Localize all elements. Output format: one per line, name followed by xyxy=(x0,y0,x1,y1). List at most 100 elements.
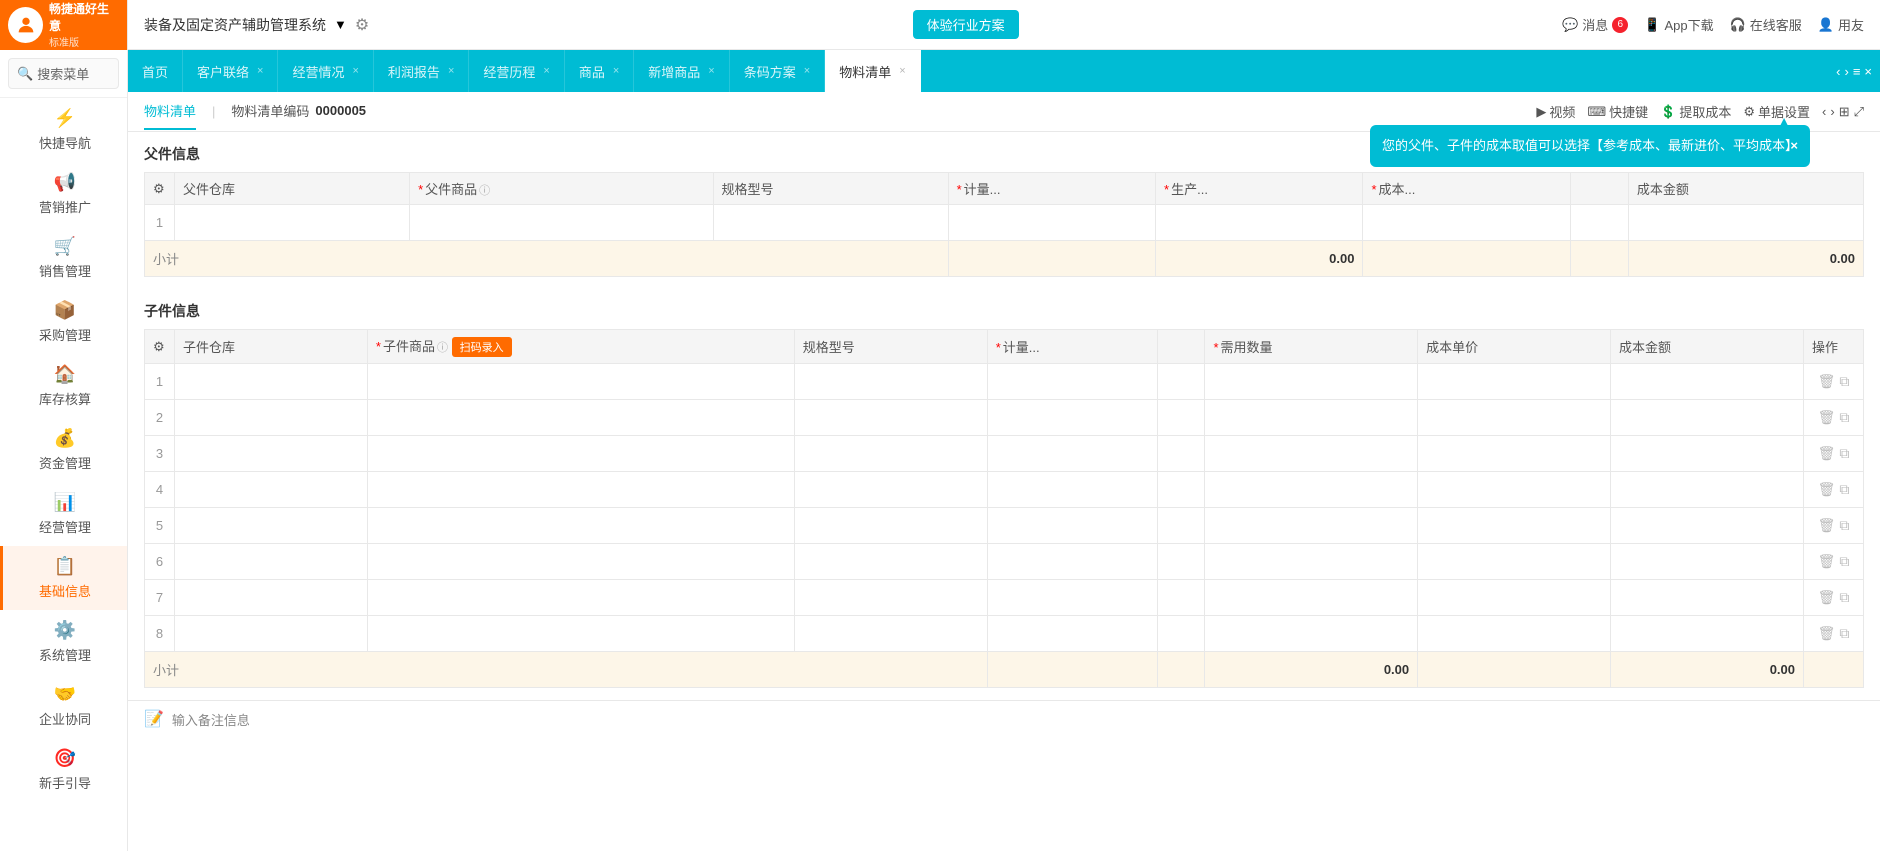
child-row6-warehouse[interactable] xyxy=(175,544,368,580)
child-row7-spec[interactable] xyxy=(794,580,987,616)
sidebar-item-inventory[interactable]: 🏠 库存核算 xyxy=(0,354,127,418)
parent-row-unit[interactable] xyxy=(948,205,1155,241)
child-row5-warehouse[interactable] xyxy=(175,508,368,544)
child-row3-qty[interactable] xyxy=(1205,436,1418,472)
child-row5-unit-cost[interactable] xyxy=(1418,508,1611,544)
delete-row3-button[interactable]: 🗑 xyxy=(1818,445,1836,462)
child-row8-warehouse[interactable] xyxy=(175,616,368,652)
child-row6-spec[interactable] xyxy=(794,544,987,580)
sidebar-item-purchase[interactable]: 📦 采购管理 xyxy=(0,290,127,354)
child-row5-qty[interactable] xyxy=(1205,508,1418,544)
parent-col-settings[interactable]: ⚙ xyxy=(145,173,175,205)
child-row3-warehouse[interactable] xyxy=(175,436,368,472)
child-row7-goods[interactable] xyxy=(367,580,794,616)
sidebar-item-marketing[interactable]: 📢 营销推广 xyxy=(0,162,127,226)
sub-tab-bom-list[interactable]: 物料清单 xyxy=(144,93,196,130)
view-button[interactable]: ▶ 视频 xyxy=(1536,102,1575,121)
child-row8-goods[interactable] xyxy=(367,616,794,652)
tab-barcode-close[interactable]: × xyxy=(804,65,810,77)
delete-row6-button[interactable]: 🗑 xyxy=(1818,553,1836,570)
tab-profit[interactable]: 利润报告 × xyxy=(374,50,469,92)
copy-row5-button[interactable]: ⧉ xyxy=(1839,517,1849,534)
tab-goods[interactable]: 商品 × xyxy=(565,50,634,92)
child-row3-goods[interactable] xyxy=(367,436,794,472)
app-download-button[interactable]: 📱 App下载 xyxy=(1644,15,1713,34)
message-button[interactable]: 💬 消息 6 xyxy=(1562,15,1628,34)
online-service-button[interactable]: 🎧 在线客服 xyxy=(1730,15,1802,34)
child-row8-spec[interactable] xyxy=(794,616,987,652)
sidebar-item-sales[interactable]: 🛒 销售管理 xyxy=(0,226,127,290)
tab-customer[interactable]: 客户联络 × xyxy=(183,50,278,92)
sidebar-item-quick-nav[interactable]: ⚡ 快捷导航 xyxy=(0,98,127,162)
scan-input-button[interactable]: 扫码录入 xyxy=(452,337,512,357)
nav-close-icon[interactable]: × xyxy=(1864,64,1872,79)
child-col-settings[interactable]: ⚙ xyxy=(145,330,175,364)
sub-tab-bom-code[interactable]: 物料清单编码 0000005 xyxy=(231,93,366,130)
nav-prev-icon[interactable]: ‹ xyxy=(1836,64,1840,79)
child-row8-unit[interactable] xyxy=(987,616,1157,652)
parent-row-cost[interactable] xyxy=(1363,205,1570,241)
tab-barcode[interactable]: 条码方案 × xyxy=(730,50,825,92)
tab-home[interactable]: 首页 xyxy=(128,50,183,92)
child-row4-unit[interactable] xyxy=(987,472,1157,508)
child-row7-warehouse[interactable] xyxy=(175,580,368,616)
child-row3-unit[interactable] xyxy=(987,436,1157,472)
copy-row3-button[interactable]: ⧉ xyxy=(1839,445,1849,462)
child-row1-warehouse[interactable] xyxy=(175,364,368,400)
child-row7-qty[interactable] xyxy=(1205,580,1418,616)
tab-business[interactable]: 经营情况 × xyxy=(278,50,373,92)
tab-bom[interactable]: 物料清单 × xyxy=(825,50,920,92)
grid-view-icon[interactable]: ⊞ xyxy=(1839,104,1850,120)
tab-bom-close[interactable]: × xyxy=(899,65,905,77)
nav-next-icon[interactable]: › xyxy=(1844,64,1848,79)
child-row2-unit[interactable] xyxy=(987,400,1157,436)
child-row2-qty[interactable] xyxy=(1205,400,1418,436)
next-record-icon[interactable]: › xyxy=(1830,104,1834,119)
parent-row-spec[interactable] xyxy=(713,205,948,241)
child-row1-unit-cost[interactable] xyxy=(1418,364,1611,400)
sidebar-item-ops[interactable]: 📊 经营管理 xyxy=(0,482,127,546)
tab-goods-close[interactable]: × xyxy=(613,65,619,77)
user-button[interactable]: 👤 用友 xyxy=(1818,15,1864,34)
child-row3-spec[interactable] xyxy=(794,436,987,472)
tab-new-goods-close[interactable]: × xyxy=(708,65,714,77)
child-row4-qty[interactable] xyxy=(1205,472,1418,508)
child-row4-warehouse[interactable] xyxy=(175,472,368,508)
parent-row-warehouse[interactable] xyxy=(175,205,410,241)
copy-row2-button[interactable]: ⧉ xyxy=(1839,409,1849,426)
system-select-trigger[interactable]: ▼ xyxy=(334,17,347,32)
child-row5-goods[interactable] xyxy=(367,508,794,544)
delete-row7-button[interactable]: 🗑 xyxy=(1818,589,1836,606)
expand-icon[interactable]: ⤢ xyxy=(1854,104,1864,120)
copy-row4-button[interactable]: ⧉ xyxy=(1839,481,1849,498)
child-row6-unit-cost[interactable] xyxy=(1418,544,1611,580)
child-row1-goods[interactable] xyxy=(367,364,794,400)
cost-extract-button[interactable]: 💲 提取成本 xyxy=(1660,102,1731,121)
child-row3-unit-cost[interactable] xyxy=(1418,436,1611,472)
doc-settings-button[interactable]: ⚙ 单据设置 xyxy=(1743,102,1810,121)
child-row8-qty[interactable] xyxy=(1205,616,1418,652)
child-row2-warehouse[interactable] xyxy=(175,400,368,436)
tab-customer-close[interactable]: × xyxy=(257,65,263,77)
child-row2-goods[interactable] xyxy=(367,400,794,436)
delete-row8-button[interactable]: 🗑 xyxy=(1818,625,1836,642)
child-row5-spec[interactable] xyxy=(794,508,987,544)
child-row7-unit-cost[interactable] xyxy=(1418,580,1611,616)
prev-record-icon[interactable]: ‹ xyxy=(1822,104,1826,119)
search-menu-button[interactable]: 🔍 搜索菜单 xyxy=(8,58,119,89)
child-row8-unit-cost[interactable] xyxy=(1418,616,1611,652)
child-row4-goods[interactable] xyxy=(367,472,794,508)
copy-row8-button[interactable]: ⧉ xyxy=(1839,625,1849,642)
sidebar-item-base[interactable]: 📋 基础信息 xyxy=(0,546,127,610)
parent-row-goods[interactable] xyxy=(410,205,713,241)
child-row6-goods[interactable] xyxy=(367,544,794,580)
delete-row5-button[interactable]: 🗑 xyxy=(1818,517,1836,534)
child-row6-unit[interactable] xyxy=(987,544,1157,580)
sidebar-item-collab[interactable]: 🤝 企业协同 xyxy=(0,674,127,738)
delete-row2-button[interactable]: 🗑 xyxy=(1818,409,1836,426)
sidebar-item-finance[interactable]: 💰 资金管理 xyxy=(0,418,127,482)
tab-history-close[interactable]: × xyxy=(543,65,549,77)
child-row1-qty[interactable] xyxy=(1205,364,1418,400)
child-row6-qty[interactable] xyxy=(1205,544,1418,580)
parent-row-production[interactable] xyxy=(1156,205,1363,241)
